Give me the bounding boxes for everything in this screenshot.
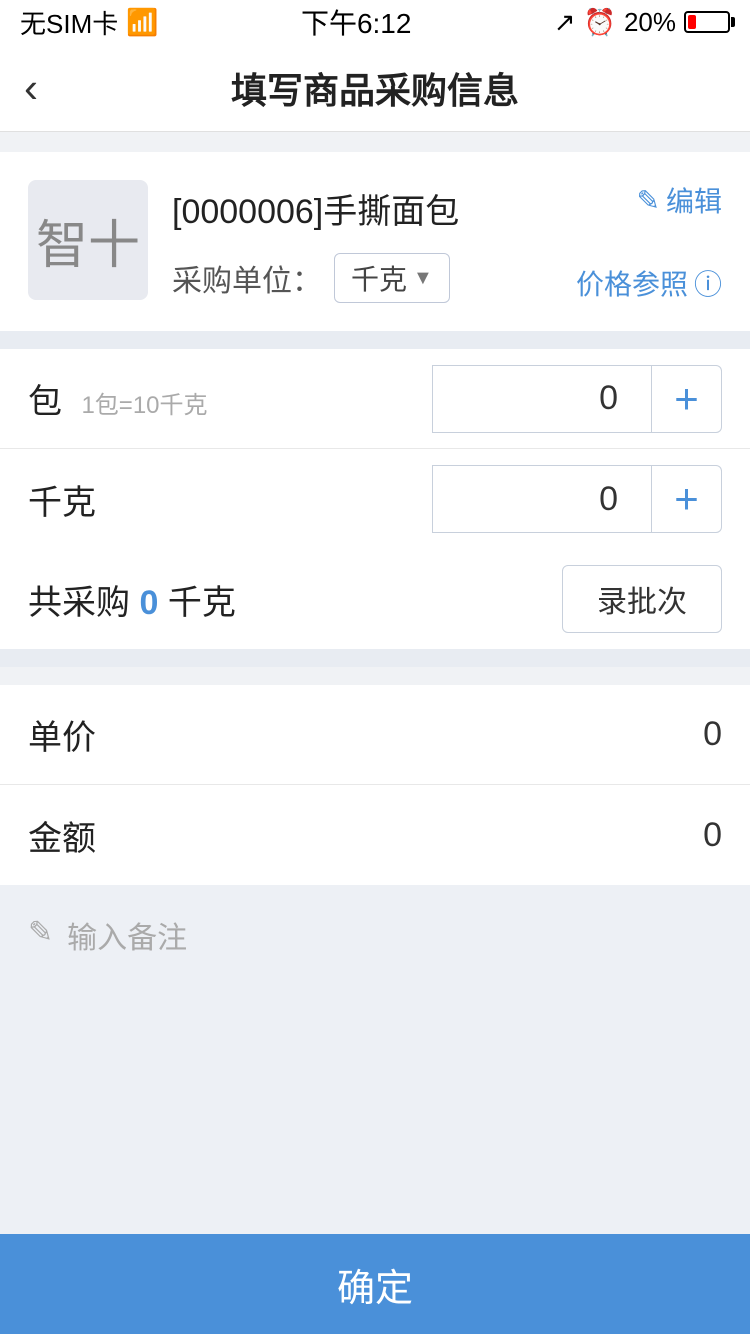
kg-plus-button[interactable]: + xyxy=(652,465,722,533)
remark-placeholder: 输入备注 xyxy=(67,913,187,957)
bao-sublabel: 1包=10千克 xyxy=(81,392,207,419)
content-fill xyxy=(0,1005,750,1234)
status-bar-right: ↗ ⏰ 20% xyxy=(554,7,730,38)
unit-value: 千克 xyxy=(351,258,407,298)
unit-price-value: 0 xyxy=(703,715,722,754)
price-section: 单价 0 金额 0 xyxy=(0,685,750,885)
input-section: 包 1包=10千克 + 千克 + xyxy=(0,349,750,549)
summary-unit: 千克 xyxy=(168,584,236,622)
batch-button[interactable]: 录批次 xyxy=(562,565,722,633)
battery-fill xyxy=(688,15,696,29)
bao-input[interactable] xyxy=(432,365,652,433)
kg-input[interactable] xyxy=(432,465,652,533)
product-card: 智十 [0000006]手撕面包 采购单位： 千克 ▼ ✎ 编辑 价格参照 ⓘ xyxy=(0,152,750,331)
bao-input-wrap: + xyxy=(432,365,722,433)
summary-value: 0 xyxy=(139,584,158,622)
amount-value: 0 xyxy=(703,816,722,855)
battery-icon xyxy=(684,11,730,33)
summary-row: 共采购 0 千克 录批次 xyxy=(0,549,750,649)
unit-select[interactable]: 千克 ▼ xyxy=(334,253,450,303)
price-ref-label: 价格参照 xyxy=(576,263,688,303)
section-divider-1 xyxy=(0,331,750,349)
wifi-icon: 📶 xyxy=(126,7,158,38)
price-ref-button[interactable]: 价格参照 ⓘ xyxy=(576,263,722,303)
bao-label: 包 1包=10千克 xyxy=(28,374,432,423)
product-thumb-text: 智十 xyxy=(36,203,140,278)
summary-prefix: 共采购 xyxy=(28,584,130,622)
status-bar-time: 下午6:12 xyxy=(301,2,412,42)
back-button[interactable]: ‹ xyxy=(24,64,38,112)
unit-price-label: 单价 xyxy=(28,710,96,759)
bao-row: 包 1包=10千克 + xyxy=(0,349,750,449)
nav-bar: ‹ 填写商品采购信息 xyxy=(0,44,750,132)
edit-icon: ✎ xyxy=(637,184,660,217)
amount-label: 金额 xyxy=(28,811,96,860)
summary-text: 共采购 0 千克 xyxy=(28,575,236,624)
unit-label: 采购单位： xyxy=(172,256,322,300)
kg-row: 千克 + xyxy=(0,449,750,549)
page-title: 填写商品采购信息 xyxy=(231,62,519,114)
remark-section[interactable]: ✎ 输入备注 xyxy=(0,885,750,1005)
kg-label: 千克 xyxy=(28,475,432,524)
kg-input-wrap: + xyxy=(432,465,722,533)
edit-label: 编辑 xyxy=(666,180,722,220)
status-bar: 无SIM卡 📶 下午6:12 ↗ ⏰ 20% xyxy=(0,0,750,44)
amount-row: 金额 0 xyxy=(0,785,750,885)
unit-select-arrow: ▼ xyxy=(413,267,433,290)
edit-button[interactable]: ✎ 编辑 xyxy=(637,180,722,220)
status-bar-left: 无SIM卡 📶 xyxy=(20,4,159,41)
sim-status: 无SIM卡 xyxy=(20,4,118,41)
unit-price-row: 单价 0 xyxy=(0,685,750,785)
confirm-button[interactable]: 确定 xyxy=(0,1234,750,1334)
section-divider-2 xyxy=(0,649,750,667)
pencil-icon: ✎ xyxy=(28,915,53,950)
alarm-icon: ⏰ xyxy=(584,7,616,38)
price-ref-icon: ⓘ xyxy=(694,263,722,303)
bao-plus-button[interactable]: + xyxy=(652,365,722,433)
product-thumbnail: 智十 xyxy=(28,180,148,300)
battery-pct: 20% xyxy=(624,7,676,38)
location-icon: ↗ xyxy=(554,7,576,38)
confirm-label: 确定 xyxy=(337,1257,413,1312)
